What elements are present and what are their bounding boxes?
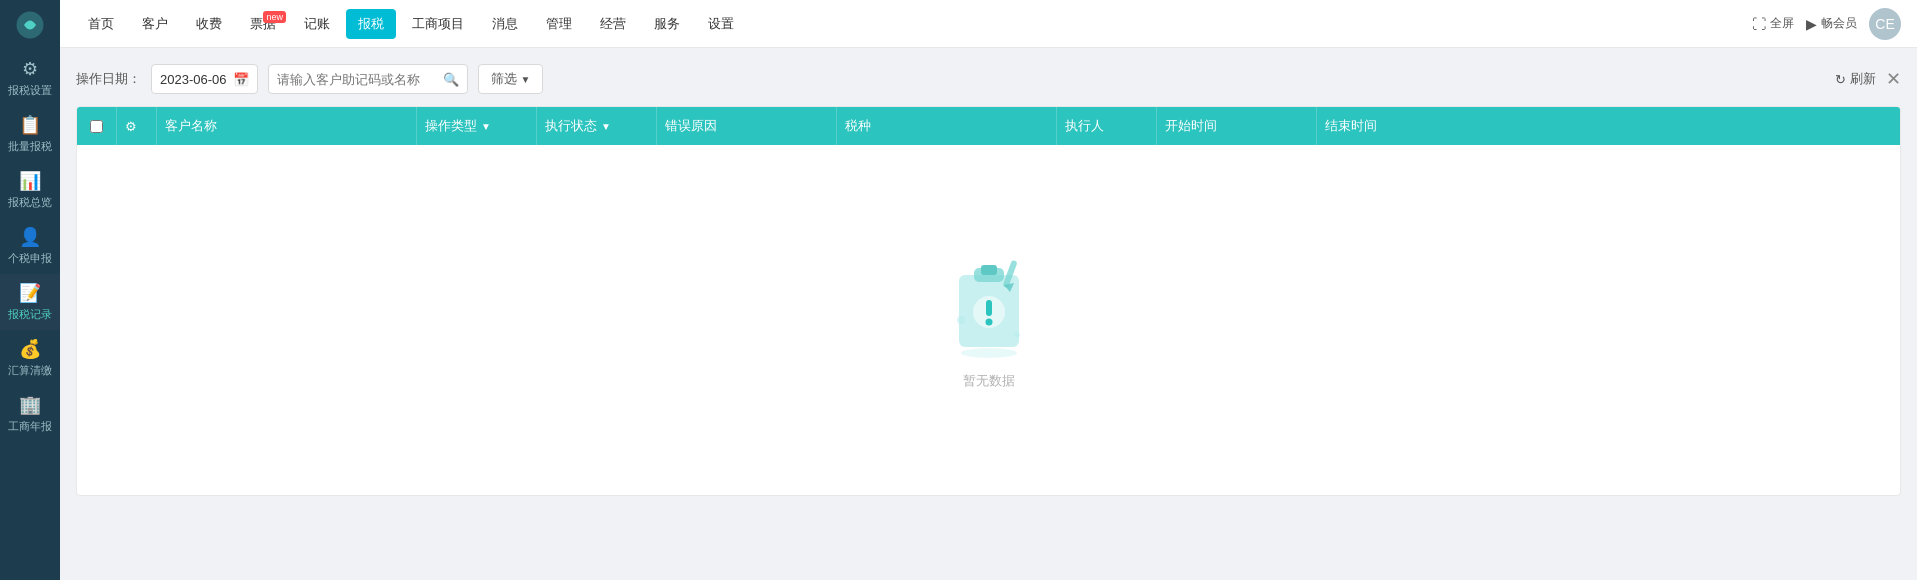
member-button[interactable]: ▶ 畅会员: [1806, 15, 1857, 32]
data-table: ⚙ 客户名称 操作类型 ▼ 执行状态 ▼ 错误原因: [76, 106, 1901, 496]
empty-text: 暂无数据: [963, 372, 1015, 390]
topnav-jizhang[interactable]: 记账: [292, 9, 342, 39]
sort-icon: ▼: [601, 121, 611, 132]
table-header: ⚙ 客户名称 操作类型 ▼ 执行状态 ▼ 错误原因: [77, 107, 1900, 145]
th-jieshu-shijian: 结束时间: [1317, 107, 1477, 145]
sidebar-item-baoshui-shezhi[interactable]: ⚙ 报税设置: [0, 50, 60, 106]
settings-icon: ⚙: [22, 58, 38, 80]
fullscreen-icon: ⛶: [1752, 16, 1766, 32]
member-label: 畅会员: [1821, 15, 1857, 32]
sidebar-item-huisuan-jiaona[interactable]: 💰 汇算清缴: [0, 330, 60, 386]
filter-button[interactable]: 筛选 ▼: [478, 64, 544, 94]
topnav-right: ⛶ 全屏 ▶ 畅会员 CE: [1752, 8, 1901, 40]
th-shuizhong: 税种: [837, 107, 1057, 145]
svg-point-11: [961, 348, 1017, 358]
filter-bar: 操作日期： 2023-06-06 📅 🔍 筛选 ▼ ↻ 刷新: [76, 64, 1901, 94]
topnav-piaoju[interactable]: 票据 new: [238, 9, 288, 39]
sidebar-item-baoshui-zonglang[interactable]: 📊 报税总览: [0, 162, 60, 218]
search-input[interactable]: [277, 72, 439, 87]
select-all-checkbox[interactable]: [90, 120, 103, 133]
svg-point-9: [957, 316, 965, 324]
batch-icon: 📋: [19, 114, 41, 136]
date-picker[interactable]: 2023-06-06 📅: [151, 64, 258, 94]
settings-icon: ⚙: [125, 119, 137, 134]
th-cuowu-yuanyin: 错误原因: [657, 107, 837, 145]
sidebar-item-label: 工商年报: [8, 419, 52, 434]
person-icon: 👤: [19, 226, 41, 248]
th-kaishi-shijian: 开始时间: [1157, 107, 1317, 145]
page-content: 操作日期： 2023-06-06 📅 🔍 筛选 ▼ ↻ 刷新: [60, 48, 1917, 580]
topnav: 首页 客户 收费 票据 new 记账 报税 工商项目 消息 管理 经营 服务 设…: [60, 0, 1917, 48]
fullscreen-button[interactable]: ⛶ 全屏: [1752, 15, 1794, 32]
th-zhixing-zhuangtai[interactable]: 执行状态 ▼: [537, 107, 657, 145]
search-box[interactable]: 🔍: [268, 64, 468, 94]
overview-icon: 📊: [19, 170, 41, 192]
content-area: 操作日期： 2023-06-06 📅 🔍 筛选 ▼ ↻ 刷新: [60, 48, 1917, 580]
calendar-icon: 📅: [233, 72, 249, 87]
sidebar-item-piliang-baoshui[interactable]: 📋 批量报税: [0, 106, 60, 162]
th-caozuo-leixing[interactable]: 操作类型 ▼: [417, 107, 537, 145]
svg-rect-5: [986, 300, 992, 316]
th-kehu-mingcheng: 客户名称: [157, 107, 417, 145]
play-icon: ▶: [1806, 16, 1817, 32]
refresh-icon: ↻: [1835, 72, 1846, 87]
sidebar-item-label: 报税设置: [8, 83, 52, 98]
topnav-xiaoxi[interactable]: 消息: [480, 9, 530, 39]
record-icon: 📝: [19, 282, 41, 304]
topnav-fuwu[interactable]: 服务: [642, 9, 692, 39]
topnav-gongshang-xiangmu[interactable]: 工商项目: [400, 9, 476, 39]
search-icon: 🔍: [443, 72, 459, 87]
new-badge: new: [263, 11, 286, 24]
svg-point-6: [985, 319, 992, 326]
table-body: 暂无数据: [77, 145, 1900, 495]
filter-bar-right: ↻ 刷新 ✕: [1835, 70, 1901, 88]
topnav-home[interactable]: 首页: [76, 9, 126, 39]
sidebar-item-label: 报税总览: [8, 195, 52, 210]
fullscreen-label: 全屏: [1770, 15, 1794, 32]
topnav-shoufei[interactable]: 收费: [184, 9, 234, 39]
chevron-down-icon: ▼: [521, 74, 531, 85]
topnav-kehu[interactable]: 客户: [130, 9, 180, 39]
main-wrapper: 首页 客户 收费 票据 new 记账 报税 工商项目 消息 管理 经营 服务 设…: [60, 0, 1917, 580]
payment-icon: 💰: [19, 338, 41, 360]
close-button[interactable]: ✕: [1886, 70, 1901, 88]
date-value: 2023-06-06: [160, 72, 227, 87]
sidebar-item-label: 报税记录: [8, 307, 52, 322]
filter-label-text: 筛选: [491, 70, 517, 88]
th-checkbox[interactable]: [77, 107, 117, 145]
date-label: 操作日期：: [76, 70, 141, 88]
sidebar-item-geshuishenbao[interactable]: 👤 个税申报: [0, 218, 60, 274]
svg-point-10: [1014, 332, 1020, 338]
refresh-button[interactable]: ↻ 刷新: [1835, 70, 1876, 88]
svg-rect-3: [981, 265, 997, 275]
th-zhixing-ren: 执行人: [1057, 107, 1157, 145]
topnav-baoshui[interactable]: 报税: [346, 9, 396, 39]
refresh-label: 刷新: [1850, 70, 1876, 88]
sidebar-item-label: 个税申报: [8, 251, 52, 266]
sidebar: ⚙ 报税设置 📋 批量报税 📊 报税总览 👤 个税申报 📝 报税记录 💰 汇算清…: [0, 0, 60, 580]
th-settings[interactable]: ⚙: [117, 107, 157, 145]
topnav-guanli[interactable]: 管理: [534, 9, 584, 39]
sidebar-item-baoshui-jilu[interactable]: 📝 报税记录: [0, 274, 60, 330]
topnav-shezhi[interactable]: 设置: [696, 9, 746, 39]
topnav-jingying[interactable]: 经营: [588, 9, 638, 39]
topnav-items: 首页 客户 收费 票据 new 记账 报税 工商项目 消息 管理 经营 服务 设…: [76, 9, 1752, 39]
avatar[interactable]: CE: [1869, 8, 1901, 40]
company-icon: 🏢: [19, 394, 41, 416]
sidebar-logo: [0, 0, 60, 50]
sidebar-item-label: 汇算清缴: [8, 363, 52, 378]
empty-illustration: [939, 250, 1039, 360]
sort-icon: ▼: [481, 121, 491, 132]
sidebar-item-label: 批量报税: [8, 139, 52, 154]
sidebar-item-gongshang-nianbao[interactable]: 🏢 工商年报: [0, 386, 60, 442]
